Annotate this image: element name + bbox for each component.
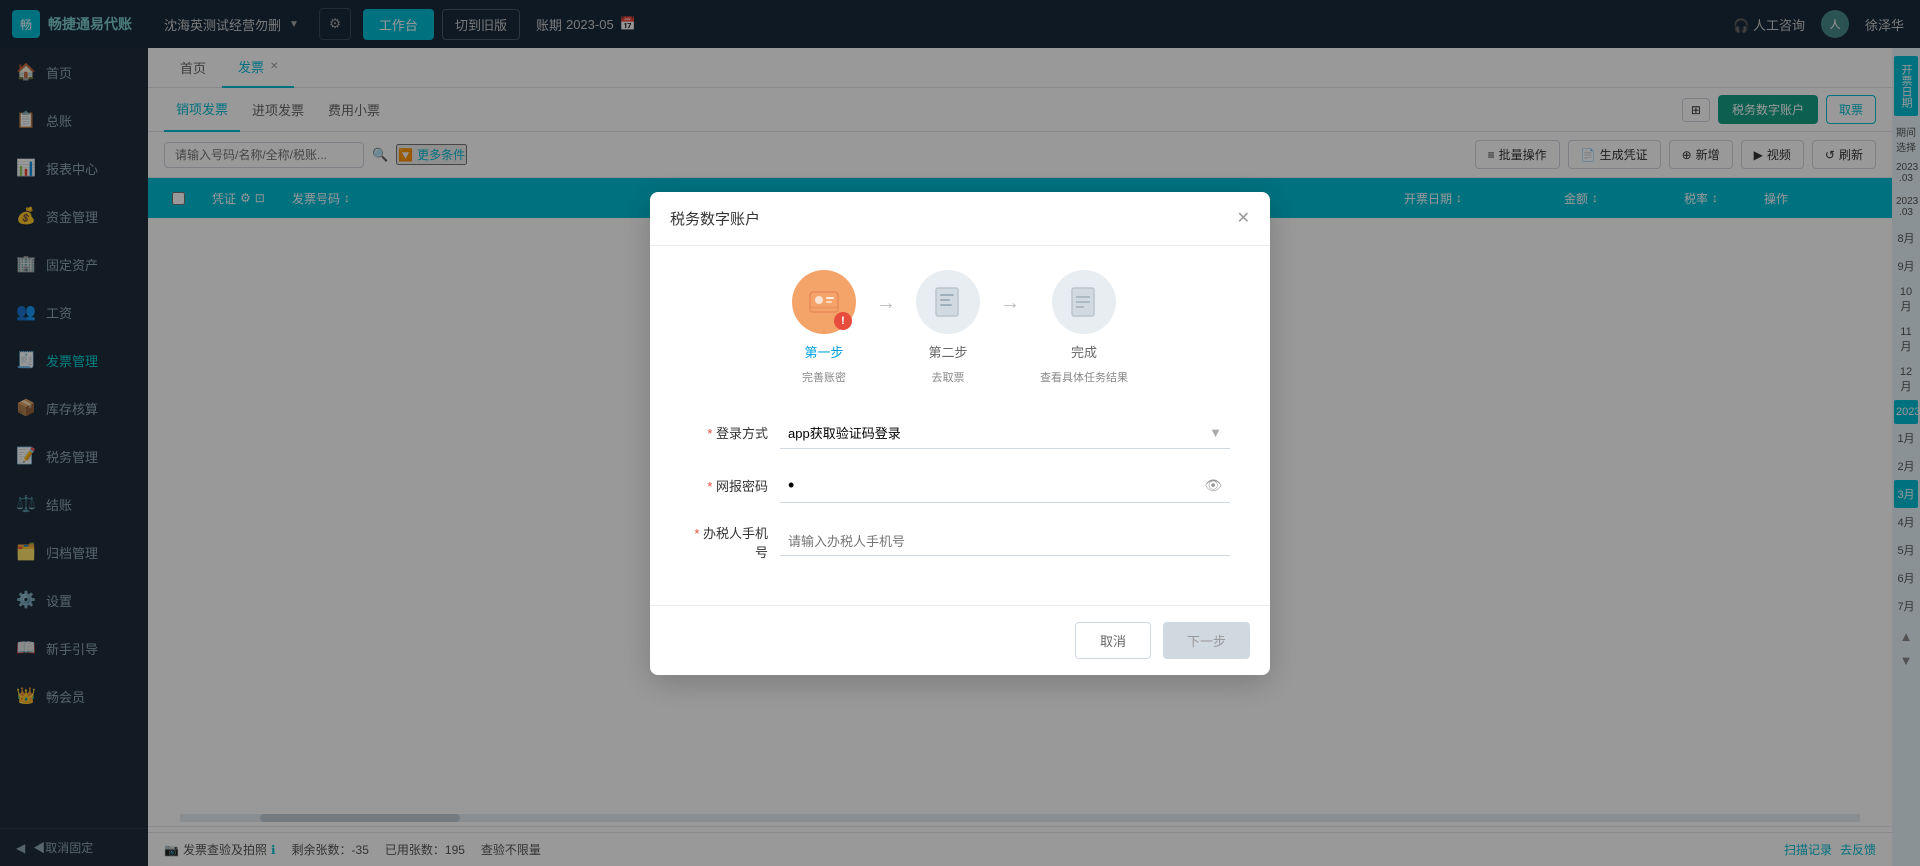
step-3-icon-wrap xyxy=(1052,270,1116,334)
checklist-icon xyxy=(1066,284,1102,320)
password-toggle-icon[interactable]: 👁 xyxy=(1204,477,1222,494)
next-step-button[interactable]: 下一步 xyxy=(1163,622,1250,659)
modal-body: ! 第一步 完善账密 → xyxy=(650,246,1270,605)
modal-form: * 登录方式 app获取验证码登录 ▼ * 网报密码 xyxy=(690,417,1230,561)
password-row: * 网报密码 👁 xyxy=(690,469,1230,503)
login-method-select[interactable]: app获取验证码登录 ▼ xyxy=(780,417,1230,449)
step-1-label: 第一步 xyxy=(804,342,843,361)
modal-close-button[interactable]: ✕ xyxy=(1237,208,1250,228)
step-2: 第二步 去取票 xyxy=(916,270,980,385)
modal-dialog: 税务数字账户 ✕ ! xyxy=(650,192,1270,675)
step-2-label: 第二步 xyxy=(928,342,967,361)
modal-title: 税务数字账户 xyxy=(670,208,760,229)
login-method-value: app获取验证码登录 xyxy=(788,423,901,442)
phone-label: * 办税人手机号 xyxy=(690,523,780,561)
required-star-2: * xyxy=(707,479,716,494)
required-star: * xyxy=(707,426,716,441)
modal-footer: 取消 下一步 xyxy=(650,605,1270,675)
step-arrow-2: → xyxy=(980,292,1040,315)
step-1-sublabel: 完善账密 xyxy=(802,369,846,385)
step-3-sublabel: 查看具体任务结果 xyxy=(1040,369,1128,385)
step-1-error-badge: ! xyxy=(834,312,852,330)
step-2-sublabel: 去取票 xyxy=(932,369,965,385)
phone-input[interactable] xyxy=(780,528,1230,556)
login-method-label: * 登录方式 xyxy=(690,423,780,442)
password-field: 👁 xyxy=(780,469,1230,503)
required-star-3: * xyxy=(694,526,703,541)
step-3: 完成 查看具体任务结果 xyxy=(1040,270,1128,385)
phone-row: * 办税人手机号 xyxy=(690,523,1230,561)
password-label: * 网报密码 xyxy=(690,476,780,495)
login-method-chevron-icon: ▼ xyxy=(1209,425,1222,440)
step-arrow-1: → xyxy=(856,292,916,315)
step-3-label: 完成 xyxy=(1071,342,1097,361)
invoice-icon xyxy=(930,284,966,320)
step-2-icon-wrap xyxy=(916,270,980,334)
step-1: ! 第一步 完善账密 xyxy=(792,270,856,385)
step-1-icon-wrap: ! xyxy=(792,270,856,334)
login-method-row: * 登录方式 app获取验证码登录 ▼ xyxy=(690,417,1230,449)
password-input[interactable] xyxy=(788,475,1204,496)
modal-overlay: 税务数字账户 ✕ ! xyxy=(0,0,1920,866)
steps-indicator: ! 第一步 完善账密 → xyxy=(690,270,1230,385)
cancel-button[interactable]: 取消 xyxy=(1075,622,1151,659)
modal-header: 税务数字账户 ✕ xyxy=(650,192,1270,246)
